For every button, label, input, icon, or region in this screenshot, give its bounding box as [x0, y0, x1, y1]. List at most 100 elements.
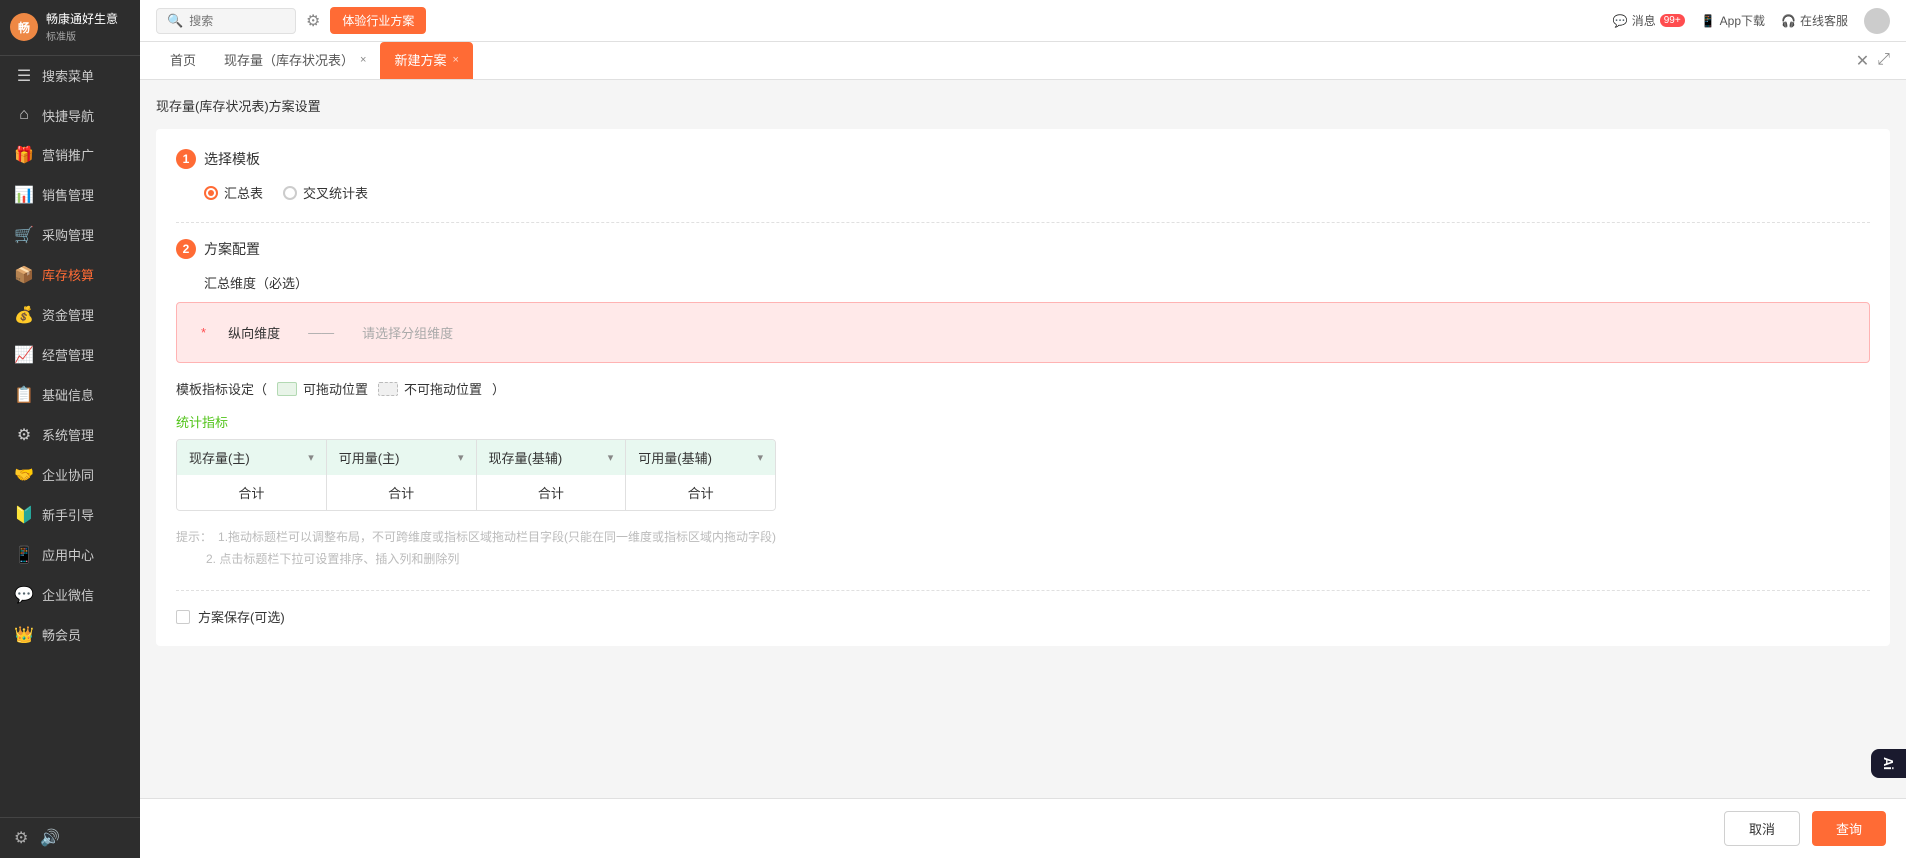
- sidebar-nav: ☰ 搜索菜单 ⌂ 快捷导航 🎁 营销推广 📊 销售管理 🛒 采购管理 📦 库存核…: [0, 56, 140, 817]
- phone-icon: 📱: [14, 545, 34, 565]
- sidebar-item-wechat[interactable]: 💬 企业微信: [0, 575, 140, 615]
- sidebar-item-label: 企业微信: [42, 585, 94, 604]
- tips-section: 提示： 1.拖动标题栏可以调整布局，不可跨维度或指标区域拖动栏目字段(只能在同一…: [176, 527, 1870, 570]
- save-option: 方案保存(可选): [176, 607, 1870, 626]
- indicator-setting: 模板指标设定（ 可拖动位置 不可拖动位置 ）: [176, 379, 1870, 398]
- footer-bar: 取消 查询: [140, 798, 1906, 858]
- radio-summary-label: 汇总表: [224, 183, 263, 202]
- tab-expand-icon[interactable]: ⤢: [1877, 51, 1890, 71]
- sidebar-item-enterprise[interactable]: 🤝 企业协同: [0, 455, 140, 495]
- table-row: 合计: [477, 475, 627, 510]
- step2-header: 2 方案配置: [176, 239, 1870, 259]
- step1-title: 选择模板: [204, 149, 260, 169]
- col-1-label: 可用量(主): [339, 448, 400, 467]
- sidebar-item-label: 经营管理: [42, 345, 94, 364]
- stats-table: 现存量(主) ▾ 可用量(主) ▾ 现存量(基辅) ▾: [176, 439, 776, 511]
- sidebar-item-search-menu[interactable]: ☰ 搜索菜单: [0, 56, 140, 96]
- table-row: 合计: [626, 475, 775, 510]
- step2-number: 2: [176, 239, 196, 259]
- sidebar-item-guide[interactable]: 🔰 新手引导: [0, 495, 140, 535]
- draggable-legend: 可拖动位置: [277, 379, 368, 398]
- tab-inventory[interactable]: 现存量（库存状况表） ×: [210, 42, 380, 79]
- sidebar-item-operations[interactable]: 📈 经营管理: [0, 335, 140, 375]
- main-area: 🔍 ⚙ 体验行业方案 💬 消息 99+ 📱 App下载 🎧 在线客服: [140, 0, 1906, 858]
- online-service-button[interactable]: 🎧 在线客服: [1781, 12, 1848, 29]
- save-checkbox[interactable]: [176, 610, 190, 624]
- stats-col-3[interactable]: 可用量(基辅) ▾: [626, 440, 775, 475]
- sound-icon[interactable]: 🔊: [40, 828, 60, 848]
- logo-badge: 标准版: [46, 28, 118, 43]
- sidebar-item-label: 系统管理: [42, 425, 94, 444]
- non-draggable-box: [378, 382, 398, 396]
- search-icon: 🔍: [167, 13, 183, 29]
- topbar-search-container: 🔍: [156, 8, 296, 34]
- tab-new-scheme-close[interactable]: ×: [452, 54, 458, 66]
- stats-table-body: 合计 合计 合计 合计: [177, 475, 775, 510]
- sidebar-bottom: ⚙ 🔊: [0, 817, 140, 858]
- col-2-label: 现存量(基辅): [489, 448, 563, 467]
- query-button[interactable]: 查询: [1812, 811, 1886, 846]
- radio-cross-circle: [283, 186, 297, 200]
- radio-summary[interactable]: 汇总表: [204, 183, 263, 202]
- settings-icon[interactable]: ⚙: [14, 828, 28, 848]
- tab-close-icon[interactable]: ✕: [1856, 51, 1869, 71]
- page-title: 现存量(库存状况表)方案设置: [156, 96, 1890, 115]
- chevron-down-icon-1: ▾: [458, 451, 464, 464]
- sidebar-item-label: 应用中心: [42, 545, 94, 564]
- headset-icon: 🎧: [1781, 14, 1796, 28]
- sidebar-item-basic-info[interactable]: 📋 基础信息: [0, 375, 140, 415]
- tab-inventory-label: 现存量（库存状况表）: [224, 50, 354, 69]
- phone-icon: 📱: [1701, 14, 1716, 28]
- sidebar-item-inventory[interactable]: 📦 库存核算: [0, 255, 140, 295]
- sidebar-logo: 畅 畅康通好生意 标准版: [0, 0, 140, 56]
- settings-icon[interactable]: ⚙: [306, 11, 320, 31]
- app-download-button[interactable]: 📱 App下载: [1701, 12, 1765, 29]
- stats-col-0[interactable]: 现存量(主) ▾: [177, 440, 327, 475]
- cancel-button[interactable]: 取消: [1724, 811, 1800, 846]
- dimension-dash: ——: [308, 325, 334, 340]
- topbar-right: 💬 消息 99+ 📱 App下载 🎧 在线客服: [1613, 8, 1890, 34]
- step2-section: 2 方案配置 汇总维度（必选） * 纵向维度 —— 请选择分组维度 模板指标设定…: [176, 239, 1870, 570]
- sidebar-item-label: 库存核算: [42, 265, 94, 284]
- search-menu-icon: ☰: [14, 66, 34, 86]
- clipboard-icon: 📋: [14, 385, 34, 405]
- sidebar-item-quick-nav[interactable]: ⌂ 快捷导航: [0, 96, 140, 135]
- step2-title: 方案配置: [204, 239, 260, 259]
- message-button[interactable]: 💬 消息 99+: [1613, 12, 1685, 29]
- step1-divider: [176, 222, 1870, 223]
- dimension-placeholder[interactable]: 请选择分组维度: [362, 323, 453, 342]
- badge-icon: 🔰: [14, 505, 34, 525]
- sidebar-item-marketing[interactable]: 🎁 营销推广: [0, 135, 140, 175]
- radio-cross[interactable]: 交叉统计表: [283, 183, 368, 202]
- chevron-down-icon-3: ▾: [757, 451, 763, 464]
- sidebar-item-label: 快捷导航: [42, 106, 94, 125]
- tab-home[interactable]: 首页: [156, 42, 210, 79]
- sidebar-item-sales[interactable]: 📊 销售管理: [0, 175, 140, 215]
- sidebar-item-member[interactable]: 👑 畅会员: [0, 615, 140, 655]
- topbar-left: 🔍 ⚙ 体验行业方案: [156, 7, 426, 34]
- stats-col-2[interactable]: 现存量(基辅) ▾: [477, 440, 627, 475]
- sidebar-item-system[interactable]: ⚙ 系统管理: [0, 415, 140, 455]
- trial-button[interactable]: 体验行业方案: [330, 7, 426, 34]
- search-input[interactable]: [189, 14, 289, 28]
- cart-icon: 🛒: [14, 225, 34, 245]
- tip-text-1: 2. 点击标题栏下拉可设置排序、插入列和删除列: [206, 549, 459, 571]
- tab-new-scheme[interactable]: 新建方案 ×: [380, 42, 472, 79]
- gear-icon: ⚙: [14, 425, 34, 445]
- table-row: 合计: [177, 475, 327, 510]
- crown-icon: 👑: [14, 625, 34, 645]
- col-3-label: 可用量(基辅): [638, 448, 712, 467]
- sidebar-item-app-center[interactable]: 📱 应用中心: [0, 535, 140, 575]
- sidebar-item-finance[interactable]: 💰 资金管理: [0, 295, 140, 335]
- sidebar-item-label: 资金管理: [42, 305, 94, 324]
- tab-inventory-close[interactable]: ×: [360, 54, 366, 66]
- message-icon: 💬: [1613, 14, 1628, 28]
- avatar[interactable]: [1864, 8, 1890, 34]
- required-marker: *: [201, 325, 206, 340]
- ai-button[interactable]: Ai: [1871, 749, 1906, 778]
- sidebar-item-purchase[interactable]: 🛒 采购管理: [0, 215, 140, 255]
- tab-bar: 首页 现存量（库存状况表） × 新建方案 × ✕ ⤢: [140, 42, 1906, 80]
- stats-col-1[interactable]: 可用量(主) ▾: [327, 440, 477, 475]
- sidebar-item-label: 新手引导: [42, 505, 94, 524]
- money-icon: 💰: [14, 305, 34, 325]
